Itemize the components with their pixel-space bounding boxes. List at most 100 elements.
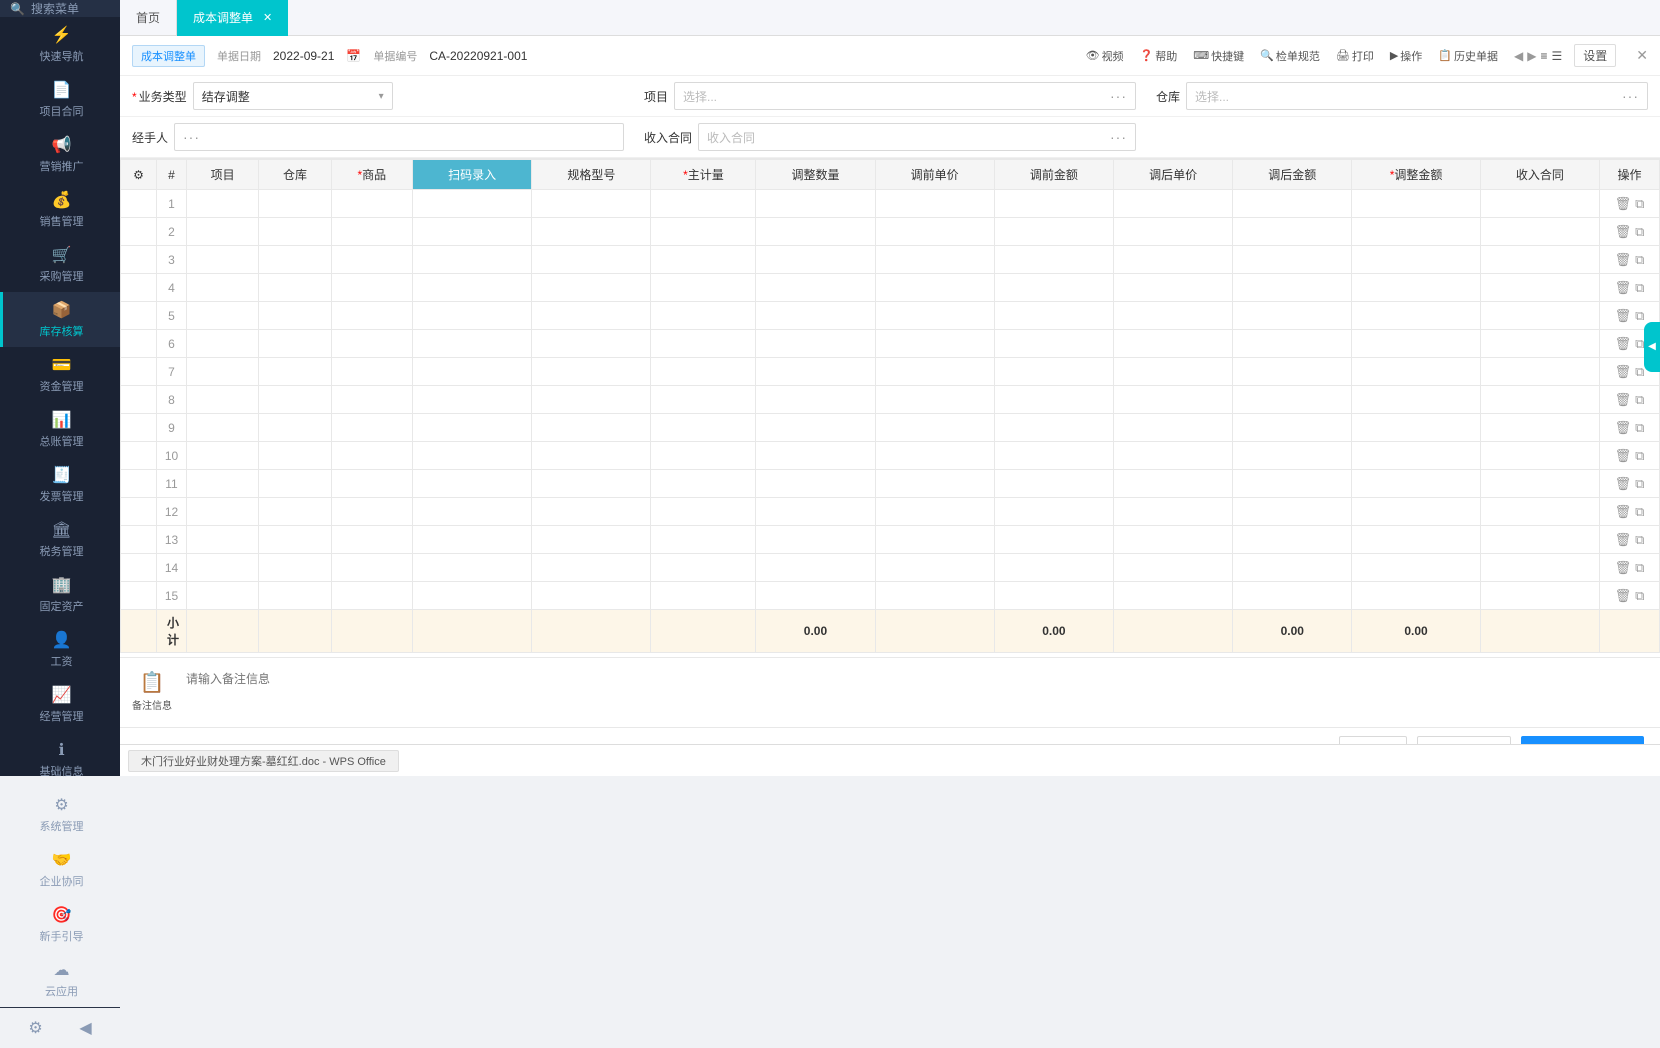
cell-row1-goods[interactable]	[331, 190, 412, 218]
sidebar-item-asset[interactable]: 🏢固定资产	[0, 567, 120, 622]
delete-icon-row6[interactable]: 🗑	[1615, 336, 1632, 352]
cell-row4-adj_qty[interactable]	[756, 274, 875, 302]
cell-row8-after_price[interactable]	[1113, 386, 1232, 414]
cell-row12-prev_price[interactable]	[875, 498, 994, 526]
cell-row10-prev_price[interactable]	[875, 442, 994, 470]
delete-icon-row4[interactable]: 🗑	[1615, 280, 1632, 296]
cell-row5-prev_amount[interactable]	[994, 302, 1113, 330]
cell-row7-after_price[interactable]	[1113, 358, 1232, 386]
notes-icon-area[interactable]: 📋 备注信息	[132, 666, 172, 712]
sidebar-item-tax[interactable]: 🏛税务管理	[0, 512, 120, 567]
cell-row13-after_amount[interactable]	[1233, 526, 1352, 554]
sidebar-item-guide[interactable]: 🎯新手引导	[0, 897, 120, 952]
cell-row1-after_amount[interactable]	[1233, 190, 1352, 218]
copy-icon-row8[interactable]: ⧉	[1635, 392, 1644, 408]
cell-row14-adj_qty[interactable]	[756, 554, 875, 582]
cell-row15-goods[interactable]	[331, 582, 412, 610]
cell-row11-after_price[interactable]	[1113, 470, 1232, 498]
nav-prev[interactable]: ◀	[1514, 49, 1523, 63]
cell-row3-after_price[interactable]	[1113, 246, 1232, 274]
cell-row8-goods[interactable]	[331, 386, 412, 414]
warehouse-select[interactable]: 选择... ···	[1186, 82, 1648, 110]
delete-icon-row7[interactable]: 🗑	[1615, 364, 1632, 380]
cell-row14-warehouse[interactable]	[259, 554, 331, 582]
cell-row10-adj_amount[interactable]	[1352, 442, 1480, 470]
cell-row11-scan[interactable]	[413, 470, 532, 498]
close-window-button[interactable]: ✕	[1636, 47, 1648, 64]
delete-icon-row1[interactable]: 🗑	[1615, 196, 1632, 212]
cell-row15-scan[interactable]	[413, 582, 532, 610]
cell-row9-warehouse[interactable]	[259, 414, 331, 442]
sidebar-item-salary[interactable]: 👤工资	[0, 622, 120, 677]
sidebar-search[interactable]: 🔍 搜索菜单	[0, 0, 120, 17]
cell-row10-after_price[interactable]	[1113, 442, 1232, 470]
cell-row7-after_amount[interactable]	[1233, 358, 1352, 386]
cell-row5-after_amount[interactable]	[1233, 302, 1352, 330]
cell-row6-after_price[interactable]	[1113, 330, 1232, 358]
doc-action-help[interactable]: ❓帮助	[1136, 46, 1182, 66]
cell-row6-goods[interactable]	[331, 330, 412, 358]
cell-row13-adj_qty[interactable]	[756, 526, 875, 554]
delete-icon-row8[interactable]: 🗑	[1615, 392, 1632, 408]
cell-row14-after_amount[interactable]	[1233, 554, 1352, 582]
cell-row3-after_amount[interactable]	[1233, 246, 1352, 274]
cell-row7-scan[interactable]	[413, 358, 532, 386]
cell-row8-spec[interactable]	[532, 386, 651, 414]
cell-row5-adj_qty[interactable]	[756, 302, 875, 330]
cell-row14-spec[interactable]	[532, 554, 651, 582]
cell-row13-scan[interactable]	[413, 526, 532, 554]
cell-row10-warehouse[interactable]	[259, 442, 331, 470]
cell-row14-unit[interactable]	[651, 554, 756, 582]
cell-row15-adj_qty[interactable]	[756, 582, 875, 610]
cell-row15-after_price[interactable]	[1113, 582, 1232, 610]
cell-row7-goods[interactable]	[331, 358, 412, 386]
cell-row8-scan[interactable]	[413, 386, 532, 414]
cell-row3-income_contract[interactable]	[1480, 246, 1599, 274]
cell-row10-adj_qty[interactable]	[756, 442, 875, 470]
cell-row9-prev_price[interactable]	[875, 414, 994, 442]
cell-row10-project[interactable]	[187, 442, 259, 470]
cell-row11-spec[interactable]	[532, 470, 651, 498]
cell-row8-income_contract[interactable]	[1480, 386, 1599, 414]
delete-icon-row14[interactable]: 🗑	[1615, 560, 1632, 576]
cell-row15-after_amount[interactable]	[1233, 582, 1352, 610]
cell-row5-project[interactable]	[187, 302, 259, 330]
cell-row9-spec[interactable]	[532, 414, 651, 442]
cell-row8-warehouse[interactable]	[259, 386, 331, 414]
handler-input[interactable]: ···	[174, 123, 624, 151]
cell-row2-scan[interactable]	[413, 218, 532, 246]
cell-row3-unit[interactable]	[651, 246, 756, 274]
cell-row4-prev_amount[interactable]	[994, 274, 1113, 302]
cell-row14-goods[interactable]	[331, 554, 412, 582]
cell-row15-income_contract[interactable]	[1480, 582, 1599, 610]
cell-row3-prev_amount[interactable]	[994, 246, 1113, 274]
sidebar-item-basic-info[interactable]: ℹ基础信息	[0, 732, 120, 787]
nav-next[interactable]: ▶	[1527, 49, 1536, 63]
copy-icon-row1[interactable]: ⧉	[1635, 196, 1644, 212]
cell-row2-warehouse[interactable]	[259, 218, 331, 246]
cell-row6-after_amount[interactable]	[1233, 330, 1352, 358]
cell-row4-prev_price[interactable]	[875, 274, 994, 302]
cell-row15-adj_amount[interactable]	[1352, 582, 1480, 610]
cell-row12-warehouse[interactable]	[259, 498, 331, 526]
cell-row6-income_contract[interactable]	[1480, 330, 1599, 358]
cell-row4-adj_amount[interactable]	[1352, 274, 1480, 302]
cell-row8-project[interactable]	[187, 386, 259, 414]
delete-icon-row10[interactable]: 🗑	[1615, 448, 1632, 464]
cell-row15-unit[interactable]	[651, 582, 756, 610]
cell-row6-prev_amount[interactable]	[994, 330, 1113, 358]
cell-row8-after_amount[interactable]	[1233, 386, 1352, 414]
cell-row11-project[interactable]	[187, 470, 259, 498]
view-grid-icon[interactable]: ☰	[1551, 49, 1562, 63]
cell-row2-prev_price[interactable]	[875, 218, 994, 246]
cell-row7-prev_amount[interactable]	[994, 358, 1113, 386]
cell-row9-goods[interactable]	[331, 414, 412, 442]
doc-action-operate[interactable]: ▶操作	[1386, 46, 1426, 66]
cell-row13-after_price[interactable]	[1113, 526, 1232, 554]
doc-action-view[interactable]: 👁视频	[1082, 46, 1128, 66]
cell-row7-prev_price[interactable]	[875, 358, 994, 386]
cell-row1-spec[interactable]	[532, 190, 651, 218]
cell-row11-prev_price[interactable]	[875, 470, 994, 498]
cell-row11-prev_amount[interactable]	[994, 470, 1113, 498]
cell-row13-prev_amount[interactable]	[994, 526, 1113, 554]
